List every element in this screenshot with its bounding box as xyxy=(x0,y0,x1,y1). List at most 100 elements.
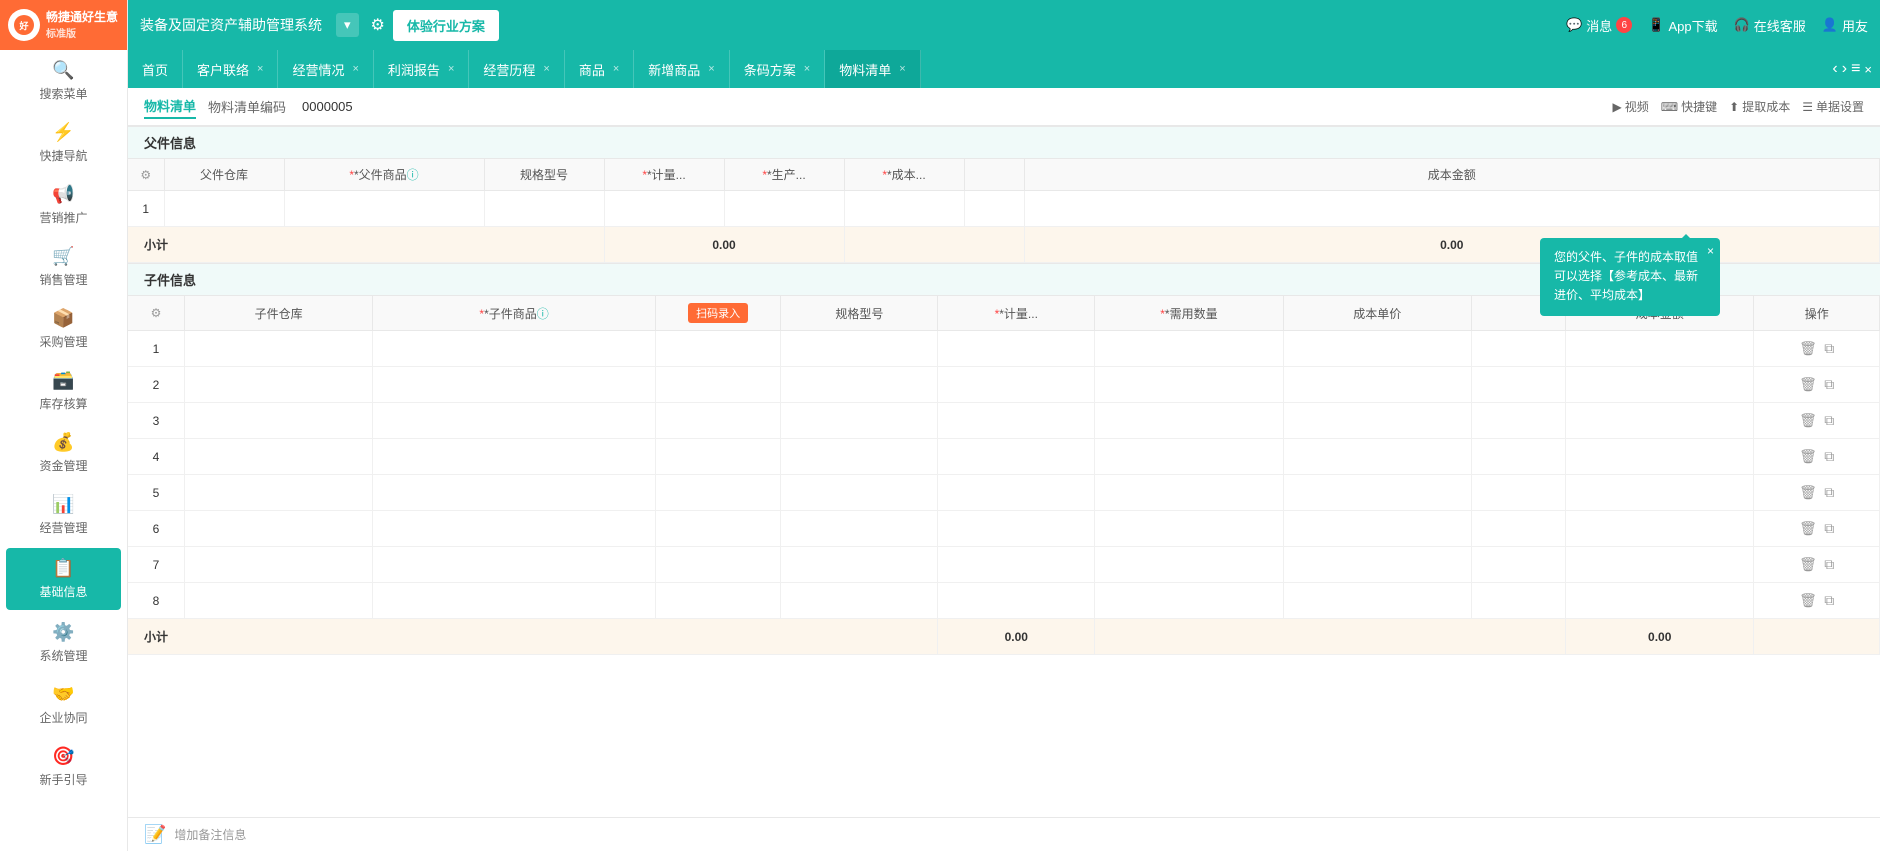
child-col-settings[interactable]: ⚙ xyxy=(128,296,185,331)
child-row-product[interactable] xyxy=(373,331,656,367)
child-row-spec[interactable] xyxy=(781,439,938,475)
sidebar-item-inventory[interactable]: 🗃️ 库存核算 xyxy=(0,360,127,422)
child-row-unit-cost[interactable] xyxy=(1283,439,1471,475)
parent-row-spec[interactable] xyxy=(484,191,604,227)
tab-bom[interactable]: 物料清单 × xyxy=(825,50,920,88)
copy-icon[interactable]: ⧉ xyxy=(1824,592,1834,608)
child-row-unit-cost[interactable] xyxy=(1283,331,1471,367)
tab-add-goods-close[interactable]: × xyxy=(708,63,714,75)
copy-icon[interactable]: ⧉ xyxy=(1824,556,1834,572)
single-settings-btn[interactable]: ☰ 单据设置 xyxy=(1802,98,1864,115)
child-row-product[interactable] xyxy=(373,475,656,511)
child-row-qty[interactable] xyxy=(1095,331,1283,367)
tab-bom-close[interactable]: × xyxy=(899,63,905,75)
delete-icon[interactable]: 🗑 xyxy=(1799,592,1817,608)
child-row-warehouse[interactable] xyxy=(185,403,373,439)
sidebar-item-sales[interactable]: 🛒 销售管理 xyxy=(0,236,127,298)
parent-row-warehouse[interactable] xyxy=(164,191,284,227)
child-row-unit[interactable] xyxy=(938,403,1095,439)
tab-customer[interactable]: 客户联络 × xyxy=(183,50,278,88)
parent-col-settings[interactable]: ⚙ xyxy=(128,159,164,191)
child-row-qty[interactable] xyxy=(1095,439,1283,475)
child-row-extra[interactable] xyxy=(1471,475,1565,511)
copy-icon[interactable]: ⧉ xyxy=(1824,376,1834,392)
copy-icon[interactable]: ⧉ xyxy=(1824,520,1834,536)
sub-tab-bom[interactable]: 物料清单 xyxy=(144,94,196,119)
view-btn[interactable]: ▶ 视频 xyxy=(1613,98,1649,115)
child-row-qty[interactable] xyxy=(1095,367,1283,403)
child-row-warehouse[interactable] xyxy=(185,367,373,403)
tab-profit[interactable]: 利润报告 × xyxy=(374,50,469,88)
shortcut-btn[interactable]: ⌨ 快捷键 xyxy=(1661,98,1717,115)
child-row-unit-cost[interactable] xyxy=(1283,475,1471,511)
trial-button[interactable]: 体验行业方案 xyxy=(393,10,499,41)
tab-add-goods[interactable]: 新增商品 × xyxy=(634,50,729,88)
delete-icon[interactable]: 🗑 xyxy=(1799,376,1817,392)
child-row-extra[interactable] xyxy=(1471,583,1565,619)
child-row-unit-cost[interactable] xyxy=(1283,511,1471,547)
child-row-unit-cost[interactable] xyxy=(1283,547,1471,583)
child-row-scan[interactable] xyxy=(655,511,781,547)
bottom-bar-text[interactable]: 增加备注信息 xyxy=(174,826,246,843)
child-row-extra[interactable] xyxy=(1471,547,1565,583)
child-row-unit[interactable] xyxy=(938,475,1095,511)
child-row-qty[interactable] xyxy=(1095,475,1283,511)
tab-scroll-right[interactable]: › xyxy=(1842,60,1847,78)
child-row-qty[interactable] xyxy=(1095,547,1283,583)
delete-icon[interactable]: 🗑 xyxy=(1799,520,1817,536)
child-row-warehouse[interactable] xyxy=(185,511,373,547)
system-dropdown[interactable]: ▾ xyxy=(336,13,359,37)
child-row-extra[interactable] xyxy=(1471,403,1565,439)
child-row-extra[interactable] xyxy=(1471,367,1565,403)
copy-icon[interactable]: ⧉ xyxy=(1824,484,1834,500)
sidebar-item-guide[interactable]: 🎯 新手引导 xyxy=(0,736,127,798)
sidebar-item-search[interactable]: 🔍 搜索菜单 xyxy=(0,50,127,112)
gear-icon[interactable]: ⚙ xyxy=(371,15,385,35)
extract-cost-btn[interactable]: ⬆ 提取成本 xyxy=(1729,98,1790,115)
child-row-spec[interactable] xyxy=(781,403,938,439)
child-row-product[interactable] xyxy=(373,403,656,439)
delete-icon[interactable]: 🗑 xyxy=(1799,556,1817,572)
tab-goods[interactable]: 商品 × xyxy=(565,50,634,88)
sidebar-item-purchase[interactable]: 📦 采购管理 xyxy=(0,298,127,360)
sidebar-item-basic-info[interactable]: 📋 基础信息 xyxy=(6,548,121,610)
child-row-warehouse[interactable] xyxy=(185,547,373,583)
child-row-scan[interactable] xyxy=(655,403,781,439)
parent-row-product[interactable] xyxy=(284,191,484,227)
child-row-spec[interactable] xyxy=(781,511,938,547)
child-row-product[interactable] xyxy=(373,547,656,583)
child-row-unit[interactable] xyxy=(938,547,1095,583)
tab-menu-icon[interactable]: ≡ xyxy=(1851,60,1860,78)
child-row-qty[interactable] xyxy=(1095,403,1283,439)
scan-button[interactable]: 扫码录入 xyxy=(688,303,748,323)
child-row-unit[interactable] xyxy=(938,583,1095,619)
tab-history[interactable]: 经营历程 × xyxy=(469,50,564,88)
tab-close-all[interactable]: × xyxy=(1864,62,1872,77)
copy-icon[interactable]: ⧉ xyxy=(1824,412,1834,428)
tab-profit-close[interactable]: × xyxy=(448,63,454,75)
child-row-spec[interactable] xyxy=(781,367,938,403)
child-row-warehouse[interactable] xyxy=(185,439,373,475)
delete-icon[interactable]: 🗑 xyxy=(1799,340,1817,356)
child-row-spec[interactable] xyxy=(781,547,938,583)
child-row-scan[interactable] xyxy=(655,367,781,403)
sidebar-item-marketing[interactable]: 📢 营销推广 xyxy=(0,174,127,236)
child-row-product[interactable] xyxy=(373,367,656,403)
child-row-scan[interactable] xyxy=(655,475,781,511)
tab-barcode-close[interactable]: × xyxy=(804,63,810,75)
tab-history-close[interactable]: × xyxy=(543,63,549,75)
child-row-warehouse[interactable] xyxy=(185,583,373,619)
tab-scroll-left[interactable]: ‹ xyxy=(1832,60,1837,78)
user-button[interactable]: 👤 用友 xyxy=(1822,16,1868,35)
sidebar-item-finance[interactable]: 💰 资金管理 xyxy=(0,422,127,484)
tab-goods-close[interactable]: × xyxy=(613,63,619,75)
sidebar-item-collaboration[interactable]: 🤝 企业协同 xyxy=(0,674,127,736)
child-help-icon[interactable]: ⓘ xyxy=(537,307,549,321)
child-row-unit-cost[interactable] xyxy=(1283,583,1471,619)
parent-row-cost[interactable] xyxy=(844,191,964,227)
child-row-scan[interactable] xyxy=(655,547,781,583)
child-row-extra[interactable] xyxy=(1471,511,1565,547)
child-row-unit[interactable] xyxy=(938,439,1095,475)
child-row-product[interactable] xyxy=(373,439,656,475)
child-row-unit[interactable] xyxy=(938,511,1095,547)
